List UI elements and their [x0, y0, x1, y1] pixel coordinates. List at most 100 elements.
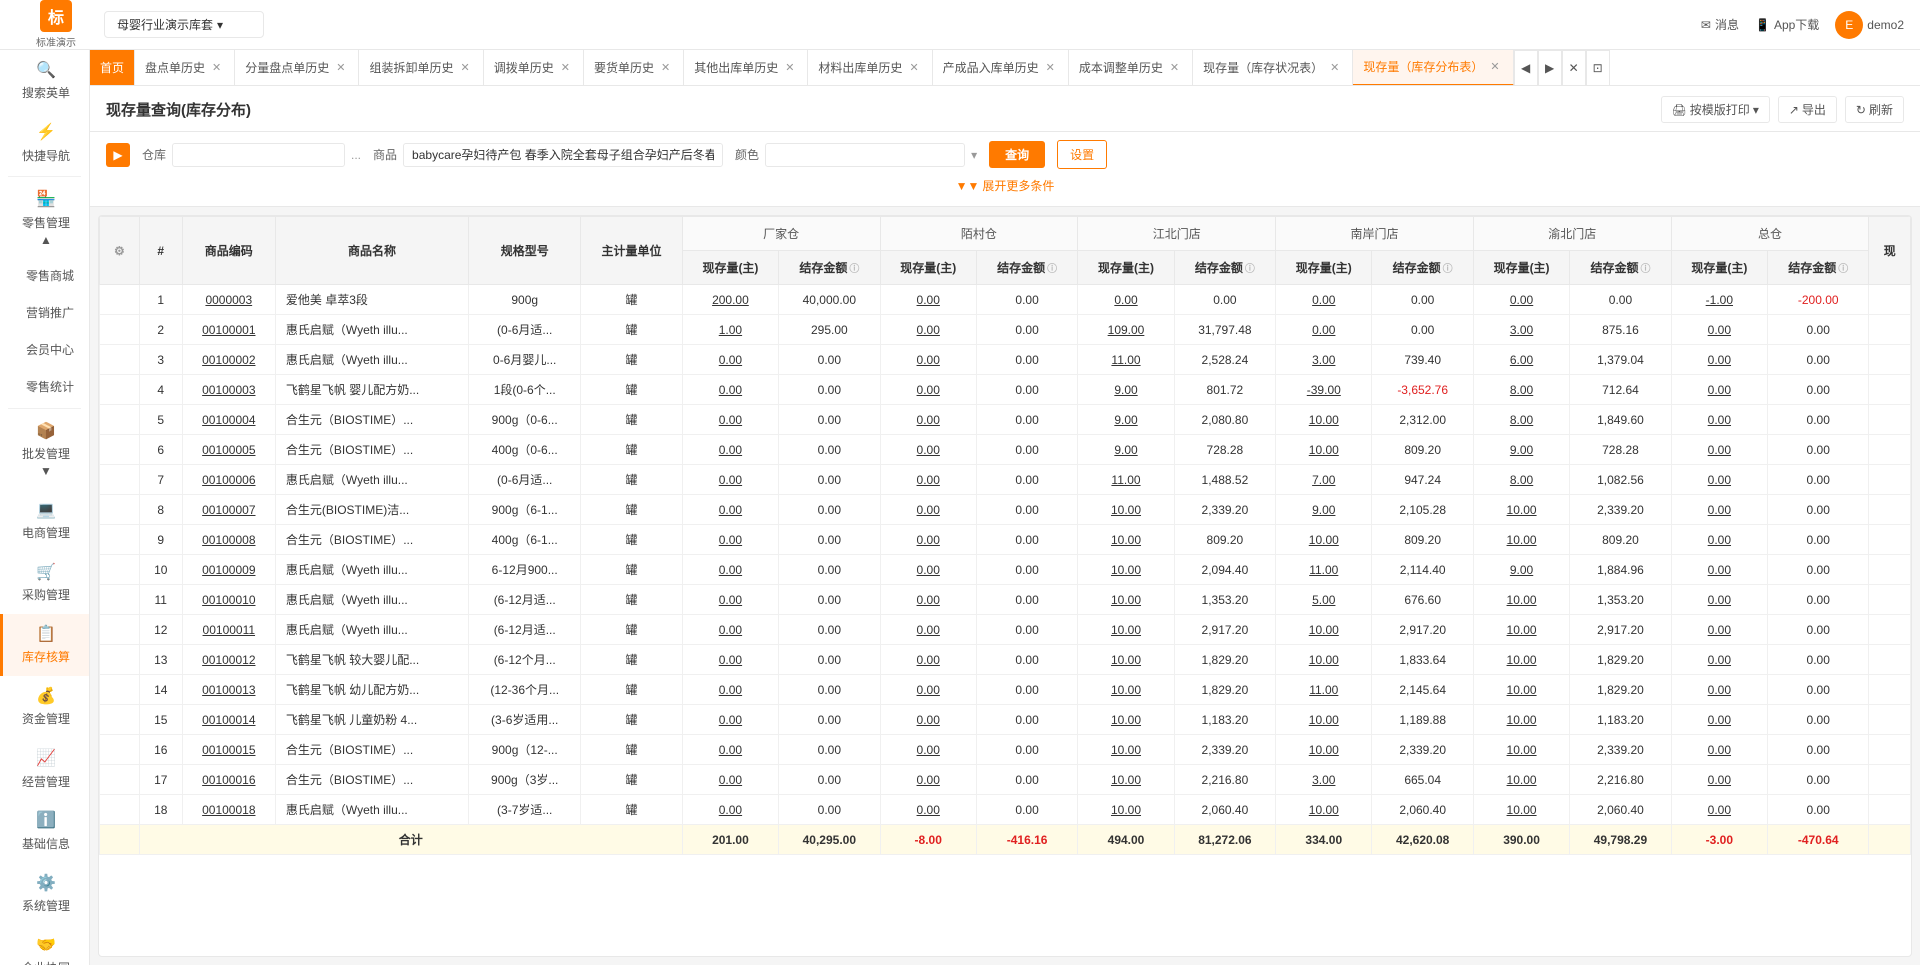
- row-f2-qty[interactable]: 0.00: [880, 765, 976, 795]
- sidebar-item-inventory[interactable]: 📋 库存核算: [0, 614, 89, 676]
- row-f2-qty[interactable]: 0.00: [880, 555, 976, 585]
- row-f5-qty[interactable]: 10.00: [1473, 675, 1569, 705]
- row-f2-qty[interactable]: 0.00: [880, 675, 976, 705]
- row-f1-qty[interactable]: 0.00: [682, 615, 778, 645]
- row-f2-qty[interactable]: 0.00: [880, 495, 976, 525]
- row-f4-qty[interactable]: 10.00: [1276, 795, 1372, 825]
- row-f4-qty[interactable]: 11.00: [1276, 675, 1372, 705]
- table-container[interactable]: ⚙ # 商品编码 商品名称 规格型号 主计量单位 厂家仓 陌村仓 江北门店 南岸…: [98, 215, 1912, 957]
- row-f3-qty[interactable]: 11.00: [1078, 345, 1174, 375]
- row-total-qty[interactable]: 0.00: [1671, 735, 1767, 765]
- row-f5-qty[interactable]: 10.00: [1473, 765, 1569, 795]
- row-total-qty[interactable]: 0.00: [1671, 645, 1767, 675]
- row-code[interactable]: 00100011: [182, 615, 275, 645]
- row-f5-qty[interactable]: 10.00: [1473, 645, 1569, 675]
- row-f4-qty[interactable]: 3.00: [1276, 765, 1372, 795]
- row-code[interactable]: 00100008: [182, 525, 275, 555]
- row-f4-qty[interactable]: 7.00: [1276, 465, 1372, 495]
- message-button[interactable]: ✉ 消息: [1701, 16, 1739, 33]
- tab-close-cost-adjust[interactable]: ✕: [1167, 60, 1182, 75]
- row-f2-qty[interactable]: 0.00: [880, 405, 976, 435]
- sidebar-item-collab[interactable]: 🤝 企业协同: [0, 925, 89, 965]
- row-code[interactable]: 00100004: [182, 405, 275, 435]
- sidebar-item-marketing[interactable]: 营销推广: [0, 295, 89, 332]
- row-f3-qty[interactable]: 109.00: [1078, 315, 1174, 345]
- row-f5-qty[interactable]: 10.00: [1473, 615, 1569, 645]
- warehouse-dots[interactable]: ...: [351, 148, 361, 162]
- row-f4-qty[interactable]: 10.00: [1276, 705, 1372, 735]
- row-f5-qty[interactable]: 8.00: [1473, 405, 1569, 435]
- industry-selector[interactable]: 母婴行业演示库套 ▾: [104, 11, 264, 38]
- row-f1-qty[interactable]: 0.00: [682, 555, 778, 585]
- col-settings[interactable]: ⚙: [100, 217, 140, 285]
- row-f3-qty[interactable]: 10.00: [1078, 675, 1174, 705]
- row-f2-qty[interactable]: 0.00: [880, 285, 976, 315]
- row-code[interactable]: 00100009: [182, 555, 275, 585]
- row-f2-qty[interactable]: 0.00: [880, 375, 976, 405]
- row-f5-qty[interactable]: 3.00: [1473, 315, 1569, 345]
- row-f2-qty[interactable]: 0.00: [880, 645, 976, 675]
- tab-close-inventory-status[interactable]: ✕: [1327, 60, 1342, 75]
- row-f4-qty[interactable]: 11.00: [1276, 555, 1372, 585]
- setting-button[interactable]: 设置: [1057, 140, 1107, 169]
- row-code[interactable]: 00100015: [182, 735, 275, 765]
- row-f1-qty[interactable]: 0.00: [682, 675, 778, 705]
- row-total-qty[interactable]: 0.00: [1671, 795, 1767, 825]
- search-button[interactable]: 查询: [989, 141, 1045, 168]
- row-f3-qty[interactable]: 0.00: [1078, 285, 1174, 315]
- row-total-qty[interactable]: 0.00: [1671, 405, 1767, 435]
- app-download-button[interactable]: 📱 App下载: [1755, 16, 1819, 33]
- row-total-qty[interactable]: 0.00: [1671, 705, 1767, 735]
- row-f3-qty[interactable]: 9.00: [1078, 375, 1174, 405]
- tab-stocktake[interactable]: 盘点单历史 ✕: [135, 50, 235, 86]
- row-f2-qty[interactable]: 0.00: [880, 315, 976, 345]
- sidebar-item-purchase[interactable]: 🛒 采购管理: [0, 552, 89, 614]
- row-code[interactable]: 00100013: [182, 675, 275, 705]
- tab-home[interactable]: 首页: [90, 50, 135, 86]
- sidebar-item-basics[interactable]: ℹ️ 基础信息: [0, 800, 89, 862]
- tab-close-material-out[interactable]: ✕: [906, 60, 921, 75]
- row-f2-qty[interactable]: 0.00: [880, 465, 976, 495]
- row-f4-qty[interactable]: 0.00: [1276, 315, 1372, 345]
- row-f2-qty[interactable]: 0.00: [880, 615, 976, 645]
- row-f1-qty[interactable]: 0.00: [682, 345, 778, 375]
- row-f5-qty[interactable]: 8.00: [1473, 465, 1569, 495]
- row-code[interactable]: 0000003: [182, 285, 275, 315]
- sidebar-item-retail[interactable]: 🏪 零售管理 ▲: [0, 179, 89, 258]
- row-total-qty[interactable]: 0.00: [1671, 585, 1767, 615]
- row-total-qty[interactable]: 0.00: [1671, 675, 1767, 705]
- row-total-qty[interactable]: 0.00: [1671, 465, 1767, 495]
- row-f3-qty[interactable]: 10.00: [1078, 525, 1174, 555]
- row-f1-qty[interactable]: 0.00: [682, 375, 778, 405]
- product-input[interactable]: [403, 143, 723, 167]
- row-f5-qty[interactable]: 10.00: [1473, 495, 1569, 525]
- sidebar-item-system[interactable]: ⚙️ 系统管理: [0, 863, 89, 925]
- f4-amt-info[interactable]: ⓘ: [1443, 264, 1453, 275]
- row-code[interactable]: 00100005: [182, 435, 275, 465]
- row-f1-qty[interactable]: 0.00: [682, 495, 778, 525]
- row-f1-qty[interactable]: 0.00: [682, 525, 778, 555]
- row-f3-qty[interactable]: 10.00: [1078, 765, 1174, 795]
- row-total-qty[interactable]: 0.00: [1671, 495, 1767, 525]
- f3-amt-info[interactable]: ⓘ: [1245, 264, 1255, 275]
- row-code[interactable]: 00100003: [182, 375, 275, 405]
- tab-inventory-status[interactable]: 现存量（库存状况表） ✕: [1193, 50, 1353, 86]
- sidebar-item-wholesale[interactable]: 📦 批发管理 ▼: [0, 411, 89, 490]
- row-f2-qty[interactable]: 0.00: [880, 735, 976, 765]
- row-code[interactable]: 00100002: [182, 345, 275, 375]
- tab-branch-stocktake[interactable]: 分量盘点单历史 ✕: [235, 50, 359, 86]
- row-f4-qty[interactable]: 5.00: [1276, 585, 1372, 615]
- row-f5-qty[interactable]: 0.00: [1473, 285, 1569, 315]
- row-f5-qty[interactable]: 10.00: [1473, 705, 1569, 735]
- row-f2-qty[interactable]: 0.00: [880, 705, 976, 735]
- f5-amt-info[interactable]: ⓘ: [1640, 264, 1650, 275]
- refresh-button[interactable]: ↻ 刷新: [1845, 96, 1904, 123]
- row-f3-qty[interactable]: 10.00: [1078, 585, 1174, 615]
- row-f3-qty[interactable]: 10.00: [1078, 555, 1174, 585]
- tab-other-out[interactable]: 其他出库单历史 ✕: [684, 50, 808, 86]
- tab-close-stocktake[interactable]: ✕: [209, 60, 224, 75]
- row-code[interactable]: 00100012: [182, 645, 275, 675]
- sidebar-item-operations[interactable]: 📈 经营管理: [0, 738, 89, 800]
- tab-nav-close[interactable]: ✕: [1562, 50, 1586, 86]
- row-f5-qty[interactable]: 10.00: [1473, 735, 1569, 765]
